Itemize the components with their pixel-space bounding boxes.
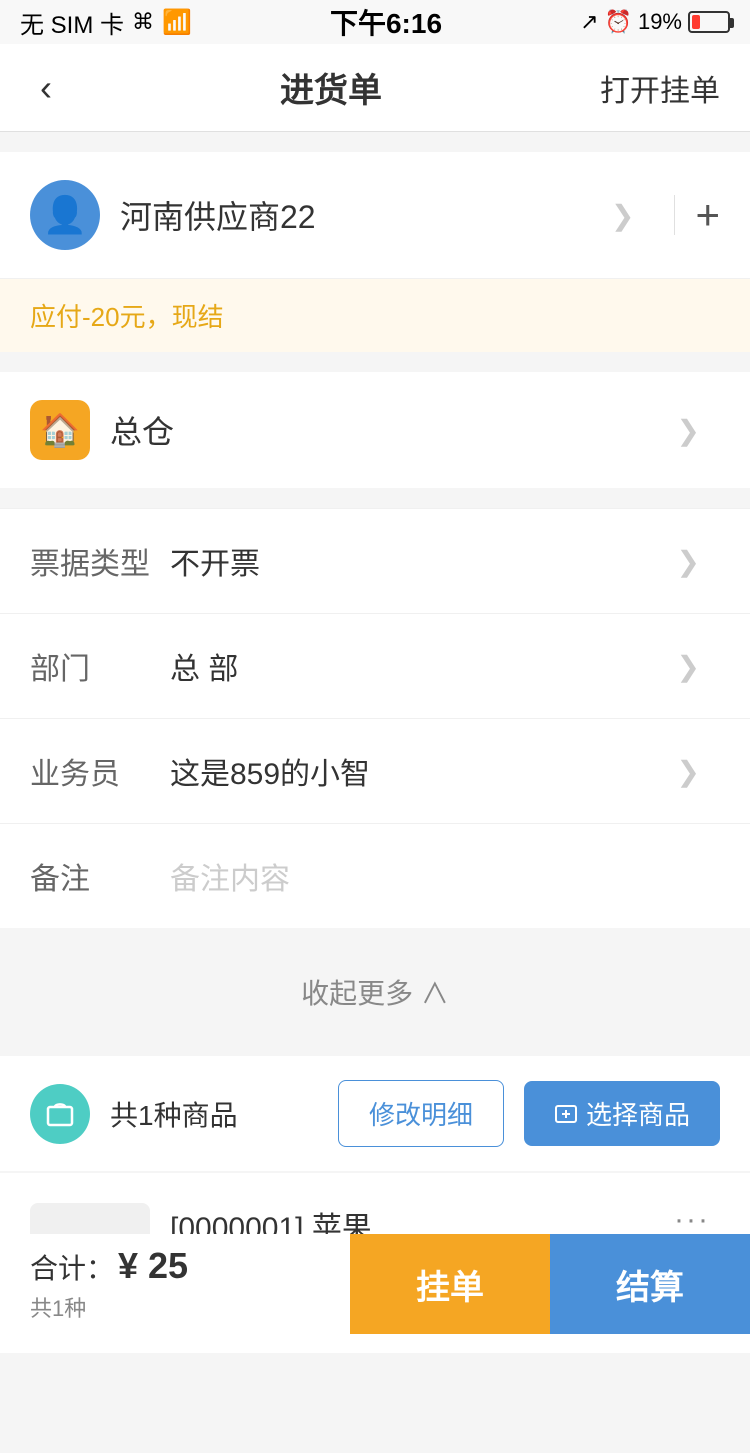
battery-icon	[688, 11, 730, 33]
more-options-button[interactable]: ···	[664, 1203, 720, 1237]
department-row[interactable]: 部门 总 部 ❯	[0, 613, 750, 718]
department-label: 部门	[30, 644, 150, 688]
chevron-right-icon: ❯	[677, 545, 700, 578]
invoice-type-value: 不开票	[150, 539, 677, 583]
products-icon-wrap	[30, 1084, 90, 1144]
total-label: 合计：	[30, 1247, 114, 1287]
supplier-avatar: 👤	[30, 180, 100, 250]
checkout-button[interactable]: 结算	[550, 1234, 750, 1334]
carrier-text: 无 SIM 卡	[20, 5, 124, 40]
warehouse-icon-wrap: 🏠	[30, 400, 90, 460]
remark-label: 备注	[30, 854, 150, 898]
supplier-name: 河南供应商22	[120, 192, 611, 238]
invoice-type-row[interactable]: 票据类型 不开票 ❯	[0, 508, 750, 613]
edit-detail-button[interactable]: 修改明细	[338, 1080, 504, 1147]
department-value: 总 部	[150, 644, 677, 688]
products-header: 共1种商品 修改明细 选择商品	[0, 1056, 750, 1171]
remark-input[interactable]: 备注内容	[150, 854, 720, 898]
wifi-icon: ⌘︎	[132, 9, 154, 35]
payment-info: 应付-20元，现结	[0, 279, 750, 352]
warehouse-name: 总仓	[110, 407, 677, 453]
select-product-button[interactable]: 选择商品	[524, 1081, 720, 1146]
back-button[interactable]: ‹	[30, 57, 62, 119]
salesman-value: 这是859的小智	[150, 749, 677, 793]
alarm-icon: ⏰	[605, 9, 632, 35]
divider	[674, 195, 675, 235]
page-title: 进货单	[280, 63, 382, 112]
add-supplier-button[interactable]: +	[695, 194, 720, 236]
salesman-row[interactable]: 业务员 这是859的小智 ❯	[0, 718, 750, 823]
invoice-type-label: 票据类型	[30, 539, 150, 583]
bottom-bar: 合计： ¥ 25 共1种 挂单 结算	[0, 1234, 750, 1334]
select-product-label: 选择商品	[586, 1095, 690, 1132]
open-hang-button[interactable]: 打开挂单	[600, 66, 720, 110]
status-left: 无 SIM 卡 ⌘︎ 📶	[20, 5, 192, 40]
location-icon: ↗	[580, 9, 598, 35]
chevron-right-icon: ❯	[611, 199, 634, 232]
total-amount: ¥ 25	[118, 1245, 188, 1287]
nav-bar: ‹ 进货单 打开挂单	[0, 44, 750, 132]
supplier-row[interactable]: 👤 河南供应商22 ❯ +	[0, 152, 750, 279]
warehouse-icon: 🏠	[40, 411, 80, 449]
supplier-section: 👤 河南供应商22 ❯ + 应付-20元，现结	[0, 152, 750, 352]
total-count: 共1种	[30, 1291, 320, 1323]
chevron-right-icon: ❯	[677, 650, 700, 683]
battery-percent: 19%	[638, 9, 682, 35]
total-section: 合计： ¥ 25 共1种	[0, 1234, 350, 1334]
collapse-button[interactable]: 收起更多 ∧	[0, 948, 750, 1036]
remark-row[interactable]: 备注 备注内容	[0, 823, 750, 928]
chevron-right-icon: ❯	[677, 414, 700, 447]
status-bar: 无 SIM 卡 ⌘︎ 📶 下午6:16 ↗ ⏰ 19%	[0, 0, 750, 44]
salesman-label: 业务员	[30, 749, 150, 793]
collapse-label: 收起更多 ∧	[301, 972, 449, 1012]
wifi-signal: 📶	[162, 8, 192, 37]
hang-button[interactable]: 挂单	[350, 1234, 550, 1334]
person-icon: 👤	[43, 194, 88, 236]
shopping-icon	[43, 1097, 77, 1131]
warehouse-section[interactable]: 🏠 总仓 ❯	[0, 372, 750, 488]
select-product-icon	[554, 1102, 578, 1126]
status-right: ↗ ⏰ 19%	[580, 9, 730, 35]
form-section: 票据类型 不开票 ❯ 部门 总 部 ❯ 业务员 这是859的小智 ❯ 备注 备注…	[0, 508, 750, 928]
chevron-right-icon: ❯	[677, 755, 700, 788]
products-count: 共1种商品	[110, 1094, 318, 1134]
status-time: 下午6:16	[330, 2, 442, 42]
